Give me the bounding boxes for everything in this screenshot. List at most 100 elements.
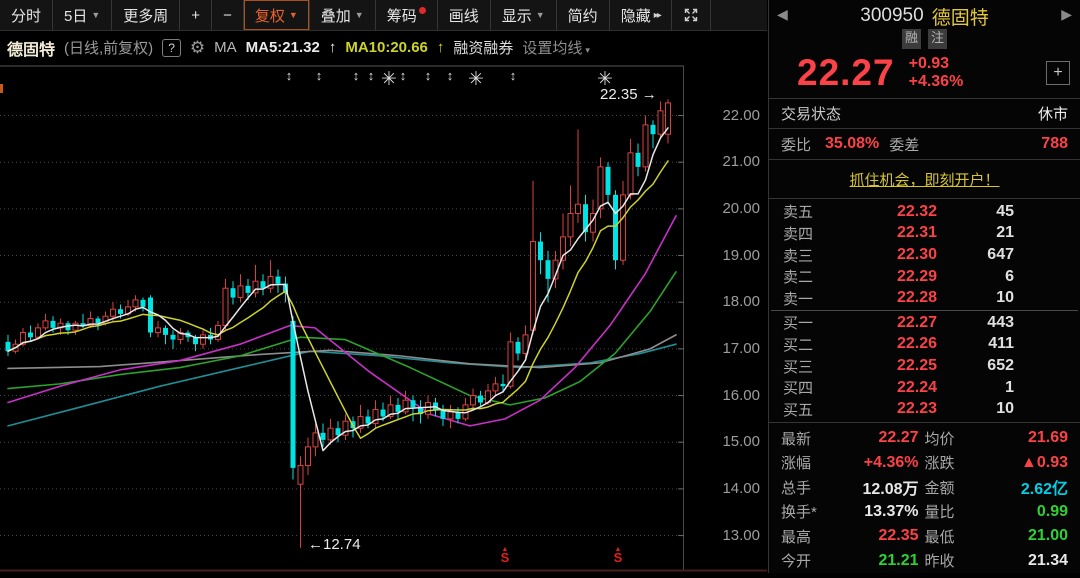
gear-icon[interactable]: ⚙: [190, 38, 205, 58]
weicha-label: 委差: [889, 134, 919, 155]
stat-cell: 今开21.21: [781, 550, 925, 571]
toolbar-button-simple[interactable]: 简约: [557, 0, 610, 30]
toolbar-button-timeline[interactable]: 分时: [0, 0, 53, 30]
margin-trading-label[interactable]: 融资融券: [453, 37, 513, 58]
stat-cell: 量比0.99: [925, 501, 1069, 522]
stat-row: 换手*13.37%量比0.99: [769, 500, 1080, 525]
ask-order-row[interactable]: 卖三22.30647: [769, 244, 1080, 266]
toolbar-button-draw-line[interactable]: 画线: [438, 0, 491, 30]
order-volume: 411: [937, 335, 1066, 353]
candlestick-chart-region[interactable]: ↕↕↕↕↕↕↕↕✳✳✳▲S▲S22.35 →←12.74 22.0021.002…: [0, 64, 767, 573]
stat-value: 13.37%: [864, 503, 924, 521]
toolbar-button-label: 画线: [449, 5, 479, 26]
order-book-divider: [771, 310, 1078, 311]
stock-badges: 融 注: [769, 29, 1080, 49]
stock-title-row: ◀ 300950 德固特 ▶: [769, 3, 1080, 29]
ask-order-row[interactable]: 卖五22.3245: [769, 201, 1080, 223]
chevron-down-icon: ▼: [289, 10, 298, 20]
bid-order-row[interactable]: 买四22.241: [769, 377, 1080, 399]
open-account-link[interactable]: 抓住机会，即刻开户！: [849, 169, 999, 190]
stock-name: 德固特: [932, 3, 989, 30]
order-volume: 652: [937, 357, 1066, 375]
chevron-down-icon: ▼: [91, 10, 100, 20]
toolbar-button-more-period[interactable]: 更多周: [112, 0, 180, 30]
ask-order-row[interactable]: 卖一22.2810: [769, 287, 1080, 309]
weibi-value: 35.08%: [825, 135, 879, 153]
stat-label: 最高: [781, 526, 811, 547]
y-axis-label: 15.00: [688, 433, 760, 450]
toolbar-button-fullscreen[interactable]: [672, 0, 711, 30]
next-stock-arrow-icon[interactable]: ▶: [1061, 6, 1072, 23]
stat-cell: 昨收21.34: [925, 550, 1069, 571]
stat-label: 涨幅: [781, 452, 811, 473]
new-feature-dot-icon: [419, 7, 426, 14]
ma-label: MA: [214, 39, 237, 56]
stat-label: 最新: [781, 428, 811, 449]
ma5-up-arrow-icon: ↑: [329, 39, 337, 56]
stat-label: 金额: [925, 477, 955, 498]
toolbar-button-label: 复权: [255, 5, 285, 26]
prev-stock-arrow-icon[interactable]: ◀: [777, 6, 788, 23]
add-to-watchlist-button[interactable]: +: [1046, 61, 1070, 85]
order-level-label: 卖五: [783, 201, 845, 222]
order-price: 22.25: [845, 357, 937, 375]
expand-icon: [683, 7, 699, 23]
stat-value: 21.00: [1028, 527, 1068, 545]
order-price: 22.24: [845, 379, 937, 397]
order-volume: 10: [937, 289, 1066, 307]
stat-row: 总手12.08万金额2.62亿: [769, 475, 1080, 500]
order-price: 22.29: [845, 268, 937, 286]
bid-order-row[interactable]: 买五22.2310: [769, 398, 1080, 420]
toolbar-button-zoom-out[interactable]: −: [212, 0, 244, 30]
stat-row: 涨幅+4.36%涨跌▲0.93: [769, 451, 1080, 476]
candlestick-chart: [0, 64, 767, 573]
left-edge-marker: [0, 84, 3, 93]
toolbar-button-hide[interactable]: 隐藏▸▸: [610, 0, 672, 30]
ma5-value: MA5:21.32: [246, 39, 320, 56]
y-axis-label: 18.00: [688, 293, 760, 310]
ask-order-row[interactable]: 卖四22.3121: [769, 223, 1080, 245]
ask-order-row[interactable]: 卖二22.296: [769, 266, 1080, 288]
weicha-value: 788: [1041, 135, 1068, 153]
ma10-value: MA10:20.66: [345, 39, 428, 56]
stat-cell: 最新22.27: [781, 428, 925, 449]
stat-cell: 总手12.08万: [781, 475, 925, 499]
order-level-label: 卖二: [783, 266, 845, 287]
set-ma-button[interactable]: 设置均线▾: [522, 37, 590, 58]
toolbar-button-chips[interactable]: 筹码: [376, 0, 438, 30]
y-axis-label: 17.00: [688, 340, 760, 357]
bid-order-row[interactable]: 买一22.27443: [769, 312, 1080, 334]
help-icon[interactable]: ?: [162, 39, 181, 57]
order-volume: 647: [937, 246, 1066, 264]
order-level-label: 卖一: [783, 288, 845, 309]
trade-state-value: 休市: [1038, 103, 1068, 124]
toolbar-button-overlay[interactable]: 叠加▼: [310, 0, 376, 30]
toolbar-button-zoom-in[interactable]: +: [180, 0, 212, 30]
price-row: 22.27 +0.93 +4.36% +: [769, 49, 1080, 98]
toolbar-button-label: +: [191, 7, 200, 24]
registered-badge: 注: [928, 29, 947, 49]
stat-label: 最低: [925, 526, 955, 547]
chevron-down-icon: ▼: [355, 10, 364, 20]
change-percent: +4.36%: [909, 73, 964, 91]
y-axis-label: 20.00: [688, 200, 760, 217]
stat-value: 21.34: [1028, 552, 1068, 570]
toolbar-button-fuquan[interactable]: 复权 ▼: [244, 0, 310, 30]
stat-cell: 换手*13.37%: [781, 501, 925, 522]
toolbar-button-label: 筹码: [387, 5, 417, 26]
stat-label: 均价: [925, 428, 955, 449]
stat-value: 22.35: [878, 527, 924, 545]
trade-state-label: 交易状态: [781, 103, 841, 124]
bid-order-row[interactable]: 买三22.25652: [769, 355, 1080, 377]
toolbar-button-display[interactable]: 显示▼: [491, 0, 557, 30]
stat-row: 最高 22.35最低 21.00: [769, 524, 1080, 549]
toolbar-button-label: 5日: [64, 5, 87, 26]
stat-value: +4.36%: [864, 454, 925, 472]
y-axis-label: 16.00: [688, 387, 760, 404]
bid-order-row[interactable]: 买二22.26411: [769, 334, 1080, 356]
stat-value: 21.69: [1028, 429, 1068, 447]
toolbar-button-label: 简约: [568, 5, 598, 26]
double-chevron-right-icon: ▸▸: [654, 10, 660, 21]
order-level-label: 买三: [783, 356, 845, 377]
toolbar-button-five-day[interactable]: 5日 ▼: [53, 0, 112, 30]
